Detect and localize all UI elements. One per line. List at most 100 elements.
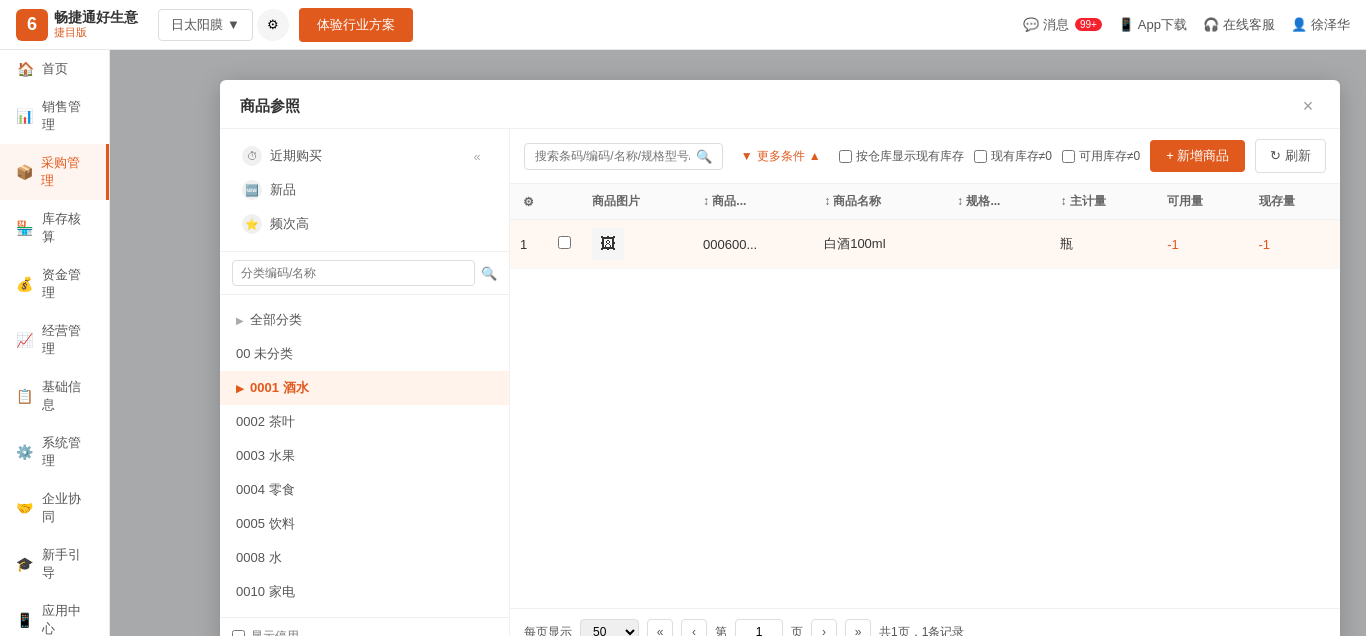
cat-fruit[interactable]: 0003 水果: [220, 439, 509, 473]
cat-tea[interactable]: 0002 茶叶: [220, 405, 509, 439]
sidebar-item-business[interactable]: 📈 经营管理: [0, 312, 109, 368]
search-box: 🔍: [524, 143, 723, 170]
logo-area: 6 畅捷通好生意 捷目版: [16, 9, 138, 41]
logo-brand: 畅捷通好生意: [54, 9, 138, 26]
add-product-button[interactable]: + 新增商品: [1150, 140, 1245, 172]
th-unit[interactable]: ↕ 主计量: [1050, 184, 1157, 220]
page-number-input[interactable]: [735, 619, 783, 636]
cat-all[interactable]: ▶ 全部分类: [220, 303, 509, 337]
sidebar-item-inventory[interactable]: 🏪 库存核算: [0, 200, 109, 256]
business-icon: 📈: [16, 331, 34, 349]
th-available: 可用量: [1157, 184, 1248, 220]
settings-icon[interactable]: ⚙: [257, 9, 289, 41]
finance-icon: 💰: [16, 275, 34, 293]
filter-recent[interactable]: ⏱ 近期购买 «: [232, 139, 497, 173]
category-panel: ⏱ 近期购买 « 🆕 新品 ⭐ 频次高: [220, 129, 510, 636]
nav-selector[interactable]: 日太阳膜 ▼: [158, 9, 253, 41]
th-checkbox: [546, 184, 582, 220]
cat-appliances[interactable]: 0010 家电: [220, 575, 509, 609]
show-disabled-label: 显示停用: [251, 628, 299, 636]
sidebar-label-home: 首页: [42, 60, 68, 78]
row-available: -1: [1157, 220, 1248, 269]
notification-label: 消息: [1043, 16, 1069, 34]
cat-tea-label: 0002 茶叶: [236, 413, 295, 431]
available-nonzero-filter[interactable]: 可用库存≠0: [1062, 148, 1140, 165]
cat-beverages[interactable]: 0005 饮料: [220, 507, 509, 541]
by-warehouse-filter[interactable]: 按仓库显示现有库存: [839, 148, 964, 165]
filter-frequent[interactable]: ⭐ 频次高: [232, 207, 497, 241]
sidebar-item-finance[interactable]: 💰 资金管理: [0, 256, 109, 312]
sidebar-item-base[interactable]: 📋 基础信息: [0, 368, 109, 424]
product-search-input[interactable]: [535, 149, 690, 163]
row-checkbox[interactable]: [558, 236, 571, 249]
refresh-button[interactable]: ↻ 刷新: [1255, 139, 1326, 173]
guide-icon: 🎓: [16, 555, 34, 573]
clock-icon: ⏱: [242, 146, 262, 166]
last-page-button[interactable]: »: [845, 619, 871, 636]
category-search: 🔍: [220, 252, 509, 295]
nonzero-stock-checkbox[interactable]: [974, 150, 987, 163]
row-image-cell: 🖼: [582, 220, 693, 269]
sales-icon: 📊: [16, 107, 34, 125]
nonzero-stock-filter[interactable]: 现有库存≠0: [974, 148, 1052, 165]
next-page-button[interactable]: ›: [811, 619, 837, 636]
avatar: 👤: [1291, 17, 1307, 32]
more-filter-button[interactable]: ▼ 更多条件 ▲: [733, 143, 829, 170]
page-size-select[interactable]: 10 20 50 100: [580, 619, 639, 636]
first-page-button[interactable]: «: [647, 619, 673, 636]
sidebar-item-purchase[interactable]: 📦 采购管理: [0, 144, 109, 200]
page-suffix-label: 页: [791, 624, 803, 637]
row-spec: [947, 220, 1050, 269]
th-spec[interactable]: ↕ 规格...: [947, 184, 1050, 220]
trial-button[interactable]: 体验行业方案: [299, 8, 413, 42]
pagination-bar: 每页显示 10 20 50 100 « ‹ 第 页 › »: [510, 608, 1340, 636]
cat-liquor[interactable]: ▶ 0001 酒水: [220, 371, 509, 405]
th-code[interactable]: ↕ 商品...: [693, 184, 814, 220]
available-nonzero-checkbox[interactable]: [1062, 150, 1075, 163]
product-toolbar: 🔍 ▼ 更多条件 ▲ 按仓库显示现有库存: [510, 129, 1340, 184]
sidebar-item-system[interactable]: ⚙️ 系统管理: [0, 424, 109, 480]
category-search-input[interactable]: [232, 260, 475, 286]
sidebar-item-apps[interactable]: 📱 应用中心: [0, 592, 109, 636]
th-image: 商品图片: [582, 184, 693, 220]
filter-new[interactable]: 🆕 新品: [232, 173, 497, 207]
notification-item[interactable]: 💬 消息 99+: [1023, 16, 1102, 34]
cat-snacks[interactable]: 0004 零食: [220, 473, 509, 507]
system-icon: ⚙️: [16, 443, 34, 461]
purchase-icon: 📦: [16, 163, 33, 181]
by-warehouse-checkbox[interactable]: [839, 150, 852, 163]
sidebar-label-inventory: 库存核算: [42, 210, 93, 246]
modal-close-button[interactable]: ×: [1296, 94, 1320, 118]
row-unit: 瓶: [1050, 220, 1157, 269]
apps-icon: 📱: [16, 611, 34, 629]
filter-frequent-label: 频次高: [270, 215, 309, 233]
app-download-item[interactable]: 📱 App下载: [1118, 16, 1187, 34]
cat-water[interactable]: 0008 水: [220, 541, 509, 575]
cat-uncategorized[interactable]: 00 未分类: [220, 337, 509, 371]
collapse-panel-icon[interactable]: «: [467, 146, 487, 166]
user-item[interactable]: 👤 徐泽华: [1291, 16, 1350, 34]
th-name[interactable]: ↕ 商品名称: [814, 184, 947, 220]
sidebar-item-guide[interactable]: 🎓 新手引导: [0, 536, 109, 592]
show-disabled-checkbox[interactable]: [232, 630, 245, 636]
product-table: ⚙ 商品图片 ↕ 商品... ↕ 商品名称 ↕ 规格... ↕ 主计量 可用量 …: [510, 184, 1340, 608]
table-row[interactable]: 1 🖼 000600... 白酒100ml: [510, 220, 1340, 269]
nav-selector-label: 日太阳膜: [171, 16, 223, 34]
arrow-icon: ▶: [236, 315, 244, 326]
sidebar-label-collab: 企业协同: [42, 490, 93, 526]
product-panel: 🔍 ▼ 更多条件 ▲ 按仓库显示现有库存: [510, 129, 1340, 636]
nonzero-stock-label: 现有库存≠0: [991, 148, 1052, 165]
online-service-item[interactable]: 🎧 在线客服: [1203, 16, 1275, 34]
sidebar-item-home[interactable]: 🏠 首页: [0, 50, 109, 88]
filter-new-label: 新品: [270, 181, 296, 199]
arrow-active-icon: ▶: [236, 383, 244, 394]
cat-uncategorized-label: 00 未分类: [236, 345, 293, 363]
sidebar-item-collab[interactable]: 🤝 企业协同: [0, 480, 109, 536]
sidebar-label-finance: 资金管理: [42, 266, 93, 302]
category-search-icon[interactable]: 🔍: [481, 266, 497, 281]
sidebar-item-sales[interactable]: 📊 销售管理: [0, 88, 109, 144]
search-icon[interactable]: 🔍: [696, 149, 712, 164]
prev-page-button[interactable]: ‹: [681, 619, 707, 636]
th-settings[interactable]: ⚙: [510, 184, 546, 220]
row-checkbox-cell[interactable]: [546, 220, 582, 269]
